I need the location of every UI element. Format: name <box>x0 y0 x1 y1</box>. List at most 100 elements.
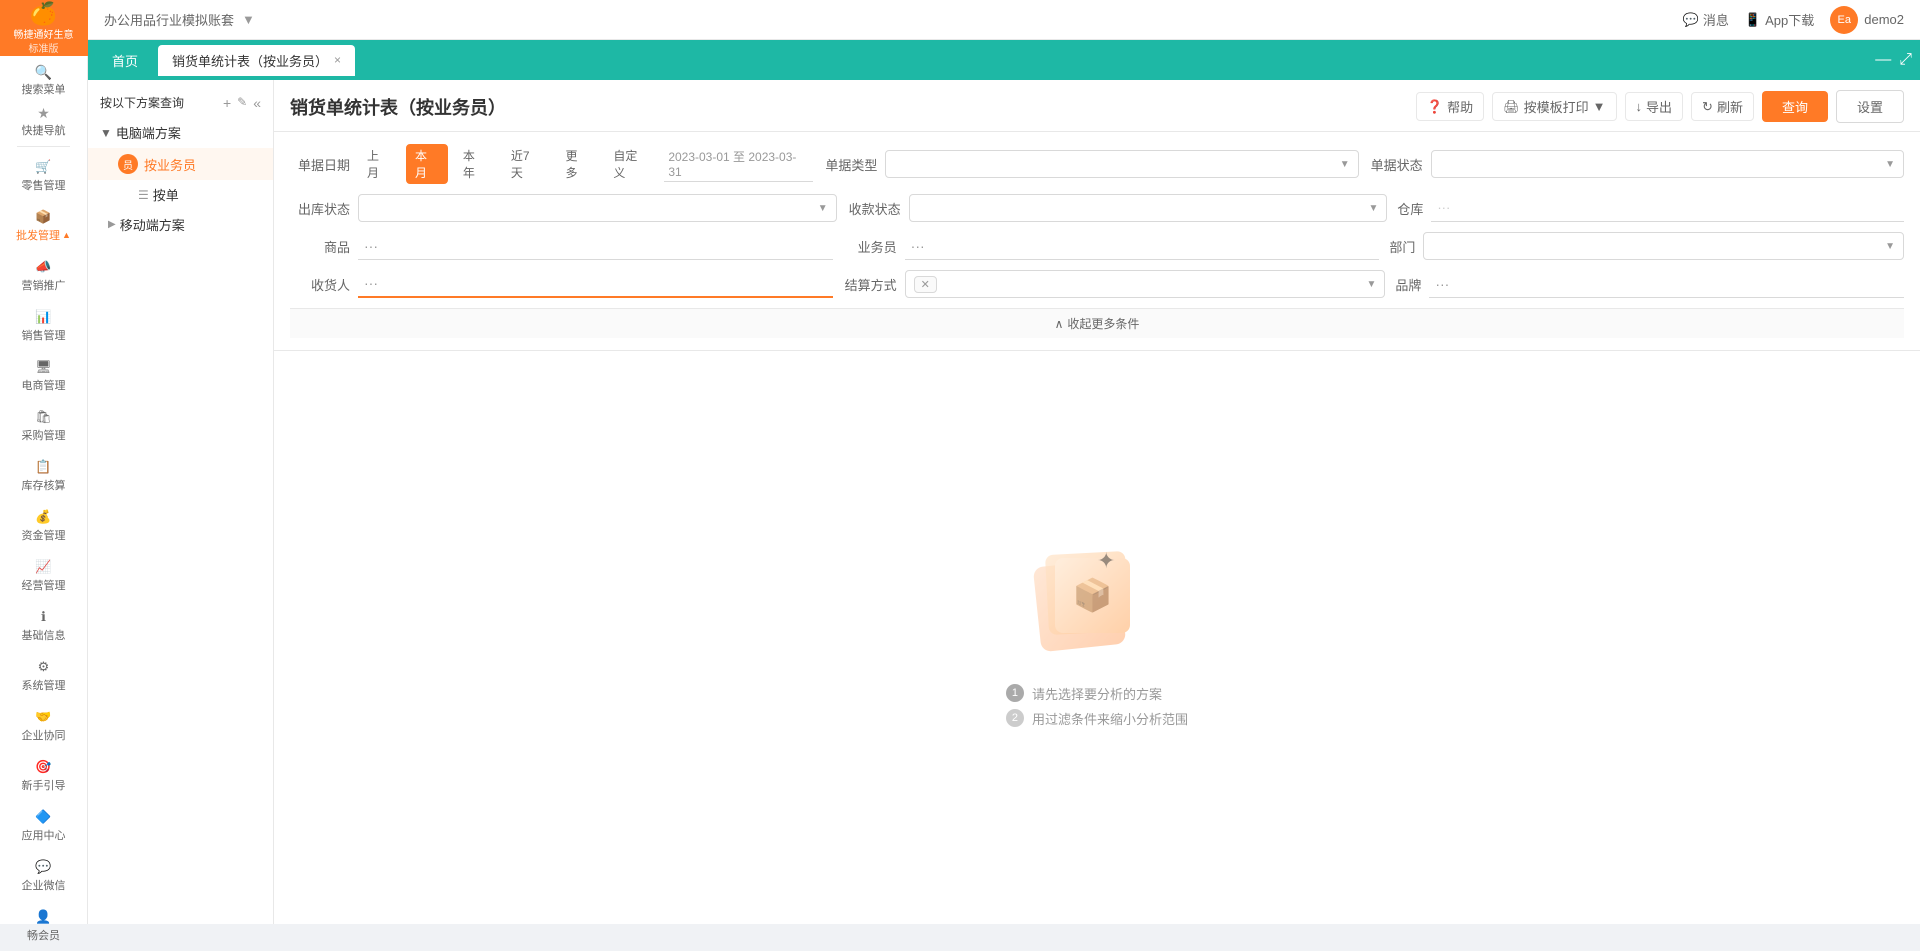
ecommerce-icon: 🖥 <box>35 359 52 375</box>
sidebar-item-inventory[interactable]: 📋 库存核算 <box>0 451 88 501</box>
warehouse-field[interactable]: ··· <box>1431 194 1904 222</box>
right-content: 销货单统计表（按业务员） ❓ 帮助 🖨 按模板打印 ▼ ↓ 导出 <box>274 80 1920 924</box>
logo-text: 畅捷通好生意 <box>14 29 74 43</box>
date-this-month-btn[interactable]: 本月 <box>406 144 448 184</box>
help-btn[interactable]: ❓ 帮助 <box>1416 92 1484 121</box>
empty-box-icon: 📦 <box>1073 576 1113 614</box>
date-range[interactable]: 2023-03-01 至 2023-03-31 <box>664 146 813 182</box>
left-panel-title-text: 按以下方案查询 <box>100 94 184 111</box>
filter-row-2: 出库状态 ▼ 收款状态 ▼ 仓库 ··· <box>290 194 1904 222</box>
receive-status-field[interactable]: ▼ <box>909 194 1388 222</box>
sidebar-search[interactable]: 🔍 搜索菜单 <box>0 56 87 101</box>
operation-icon: 📈 <box>35 559 51 575</box>
empty-step-2: 2 用过滤条件来缩小分析范围 <box>1006 709 1188 728</box>
top-header-left: 办公用品行业模拟账套 ▼ <box>104 10 255 29</box>
empty-box-front: 📦 <box>1055 558 1130 633</box>
sidebar-item-purchase[interactable]: 🛍 采购管理 <box>0 401 88 451</box>
doc-type-label: 单据类型 <box>821 155 877 174</box>
scheme-order-label: 按单 <box>153 185 179 204</box>
collapse-panel-btn[interactable]: « <box>253 95 261 111</box>
tab-sales-stat[interactable]: 销货单统计表（按业务员） × <box>158 45 355 76</box>
scheme-pc-arrow: ▼ <box>100 126 112 140</box>
empty-state: 📦 ✦ 1 请先选择要分析的方案 2 用过滤条件来缩小分析范围 <box>274 351 1920 924</box>
settlement-tag-close[interactable]: ✕ <box>921 278 930 291</box>
user-menu[interactable]: Ea demo2 <box>1830 6 1904 34</box>
sidebar-quicknav[interactable]: ★ 快捷导航 <box>0 101 87 142</box>
page-title: 销货单统计表（按业务员） <box>290 94 506 128</box>
scheme-group-pc-header[interactable]: ▼ 电脑端方案 <box>88 117 273 148</box>
inventory-label: 库存核算 <box>22 477 66 493</box>
sidebar-item-appcenter[interactable]: 🔷 应用中心 <box>0 801 88 851</box>
scheme-group-mobile-header[interactable]: ▶ 移动端方案 <box>88 209 273 240</box>
refresh-btn[interactable]: ↻ 刷新 <box>1691 92 1754 121</box>
sidebar-search-label: 搜索菜单 <box>0 81 87 97</box>
date-custom-btn[interactable]: 自定义 <box>604 144 658 184</box>
sidebar-item-operation[interactable]: 📈 经营管理 <box>0 551 88 601</box>
quicknav-icon: ★ <box>0 105 87 122</box>
tab-minimize-btn[interactable]: — <box>1875 51 1891 69</box>
sidebar-item-bizwechat[interactable]: 💬 企业微信 <box>0 851 88 901</box>
settlement-field[interactable]: ✕ ▼ <box>905 270 1386 298</box>
left-panel: 按以下方案查询 + ✎ « ▼ 电脑端方案 员 按业务员 ☰ <box>88 80 274 924</box>
out-status-field[interactable]: ▼ <box>358 194 837 222</box>
sidebar-item-wholesale[interactable]: 📦 批发管理 ▲ <box>0 201 88 251</box>
salesman-more[interactable]: ··· <box>911 238 925 254</box>
collapse-label: 收起更多条件 <box>1067 315 1139 332</box>
tab-close-icon[interactable]: × <box>334 53 341 67</box>
doc-status-arrow: ▼ <box>1885 159 1895 170</box>
sidebar-item-finance[interactable]: 💰 资金管理 <box>0 501 88 551</box>
scheme-salesman[interactable]: 员 按业务员 <box>88 148 273 180</box>
warehouse-label: 仓库 <box>1395 199 1423 218</box>
receive-status-label: 收款状态 <box>845 199 901 218</box>
sidebar-item-basic[interactable]: ℹ 基础信息 <box>0 601 88 651</box>
step-1-text: 请先选择要分析的方案 <box>1032 684 1162 703</box>
tab-maximize-btn[interactable]: ⤢ <box>1899 51 1912 69</box>
date-7days-btn[interactable]: 近7天 <box>502 144 551 184</box>
refresh-icon: ↻ <box>1702 99 1713 115</box>
add-scheme-btn[interactable]: + <box>223 95 231 111</box>
brand-field[interactable]: ··· <box>1429 270 1904 298</box>
export-icon: ↓ <box>1636 99 1643 114</box>
export-btn[interactable]: ↓ 导出 <box>1625 92 1684 121</box>
print-btn[interactable]: 🖨 按模板打印 ▼ <box>1492 92 1616 121</box>
query-btn[interactable]: 查询 <box>1762 91 1828 122</box>
collapse-btn[interactable]: ∧ 收起更多条件 <box>1055 315 1140 332</box>
wholesale-label: 批发管理 ▲ <box>16 227 71 243</box>
sidebar-item-newbie[interactable]: 🎯 新手引导 <box>0 751 88 801</box>
app-download-btn[interactable]: 📱 App下载 <box>1745 10 1814 29</box>
date-this-year-btn[interactable]: 本年 <box>454 144 496 184</box>
empty-star-icon: ✦ <box>1097 548 1115 574</box>
date-last-month-btn[interactable]: 上月 <box>358 144 400 184</box>
consignee-more[interactable]: ··· <box>364 275 378 291</box>
nav-dropdown-icon[interactable]: ▼ <box>242 12 255 27</box>
edit-scheme-btn[interactable]: ✎ <box>237 95 247 111</box>
goods-field[interactable]: ··· <box>358 232 833 260</box>
step-2-num: 2 <box>1006 709 1024 727</box>
sidebar-item-marketing[interactable]: 📣 营销推广 <box>0 251 88 301</box>
sidebar-item-collab[interactable]: 🤝 企业协同 <box>0 701 88 751</box>
date-more-btn[interactable]: 更多 <box>556 144 598 184</box>
sales-icon: 📊 <box>35 309 51 325</box>
sidebar-item-sales[interactable]: 📊 销售管理 <box>0 301 88 351</box>
dept-field[interactable]: ▼ <box>1423 232 1904 260</box>
brand-more[interactable]: ··· <box>1435 276 1449 292</box>
doc-status-field[interactable]: ▼ <box>1431 150 1904 178</box>
salesman-field[interactable]: ··· <box>905 232 1380 260</box>
consignee-field[interactable]: ··· <box>358 270 833 298</box>
doc-type-field[interactable]: ▼ <box>885 150 1358 178</box>
sidebar-item-member[interactable]: 👤 畅会员 <box>0 901 88 951</box>
message-btn[interactable]: 💬 消息 <box>1683 10 1729 29</box>
sidebar-item-system[interactable]: ⚙ 系统管理 <box>0 651 88 701</box>
appcenter-label: 应用中心 <box>22 827 66 843</box>
purchase-label: 采购管理 <box>22 427 66 443</box>
sidebar-item-ecommerce[interactable]: 🖥 电商管理 <box>0 351 88 401</box>
marketing-label: 营销推广 <box>22 277 66 293</box>
goods-more[interactable]: ··· <box>364 238 378 254</box>
tab-home[interactable]: 首页 <box>96 45 154 76</box>
settings-btn[interactable]: 设置 <box>1836 90 1904 123</box>
scheme-order[interactable]: ☰ 按单 <box>88 180 273 209</box>
print-label: 按模板打印 <box>1524 97 1589 116</box>
app-logo[interactable]: 🍊 畅捷通好生意 标准版 <box>0 0 88 56</box>
avatar: Ea <box>1830 6 1858 34</box>
sidebar-item-retail[interactable]: 🛒 零售管理 <box>0 151 88 201</box>
